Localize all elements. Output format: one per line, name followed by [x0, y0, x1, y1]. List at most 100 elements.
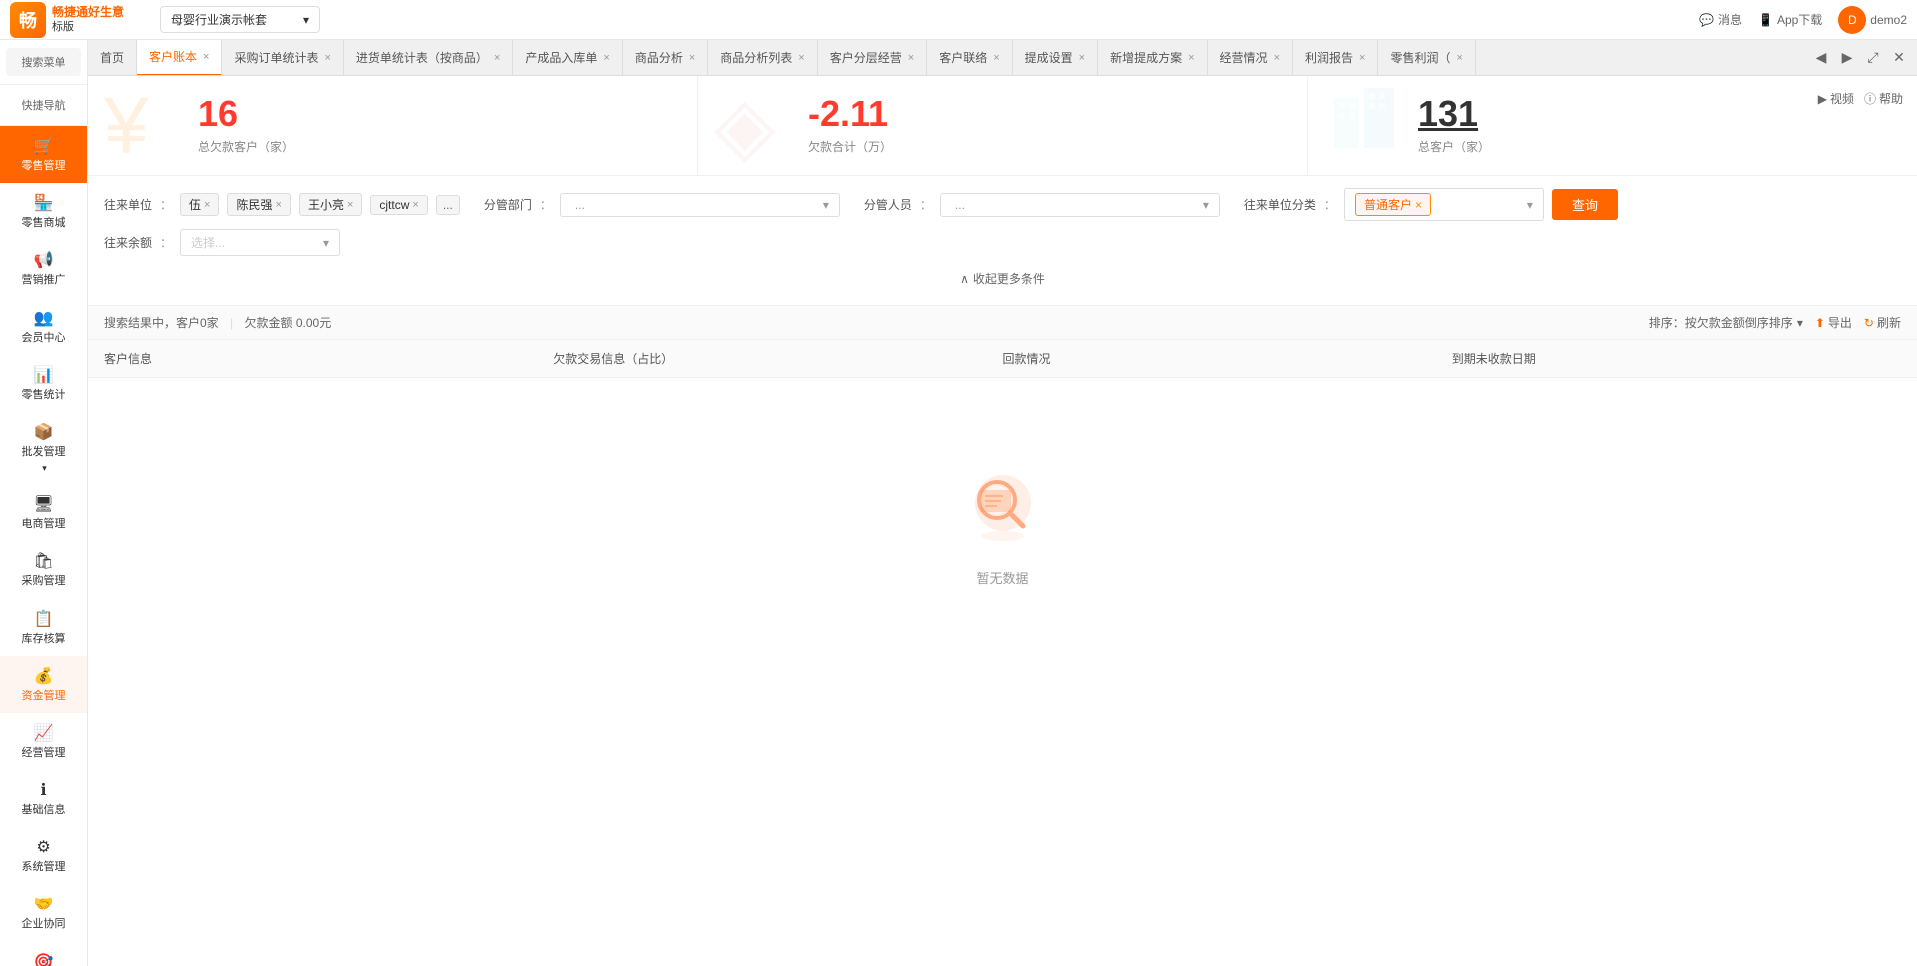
- sidebar-item-inventory[interactable]: 📋 库存核算: [0, 599, 87, 656]
- retail-mall-icon: 🏪: [34, 193, 54, 213]
- page-content: ▶ 视频 ⓘ 帮助 ¥ 16 总欠款客户（家）: [88, 76, 1917, 966]
- tab-profit-report[interactable]: 利润报告 ×: [1293, 40, 1378, 76]
- sidebar-item-finance[interactable]: 💰 资金管理: [0, 656, 87, 713]
- tab-product-analysis-close[interactable]: ×: [689, 52, 695, 64]
- tab-customer-tier[interactable]: 客户分层经营 ×: [818, 40, 927, 76]
- empty-text: 暂无数据: [976, 568, 1028, 587]
- remove-tag-wangxiaoliang-button[interactable]: ×: [347, 199, 353, 211]
- dept-filter-select[interactable]: ... ▾: [560, 193, 840, 217]
- sidebar-item-operations[interactable]: 📈 经营管理: [0, 713, 87, 770]
- search-button[interactable]: 查询: [1552, 189, 1618, 220]
- stat-total-debt-amount: ◈ -2.11 欠款合计（万）: [698, 76, 1308, 175]
- person-filter-select[interactable]: ... ▾: [940, 193, 1220, 217]
- brand-sub: 标版: [52, 20, 124, 34]
- tab-close-all-button[interactable]: ✕: [1887, 46, 1911, 70]
- brand-name: 畅捷通好生意: [52, 5, 124, 21]
- sidebar-item-ecommerce[interactable]: 🖥 电商管理: [0, 484, 87, 541]
- quick-nav-button[interactable]: 快捷导航: [0, 91, 87, 119]
- tab-maximize-button[interactable]: ⤢: [1861, 46, 1885, 70]
- sidebar-item-batch-mgmt[interactable]: 📦 批发管理 ▾: [0, 412, 87, 484]
- stat-bg-icon-diamond: ◈: [714, 79, 776, 172]
- tab-home-label: 首页: [100, 49, 124, 66]
- sidebar-item-retail-stats[interactable]: 📊 零售统计: [0, 355, 87, 412]
- tabbar-actions: ◀ ▶ ⤢ ✕: [1803, 46, 1917, 70]
- logo-icon: 畅: [10, 2, 46, 38]
- expand-arrow-icon: ▾: [42, 463, 47, 474]
- sort-arrow-icon: ▾: [1797, 316, 1803, 330]
- tab-reminder-settings-close[interactable]: ×: [1079, 52, 1085, 64]
- tab-operations-overview-close[interactable]: ×: [1274, 52, 1280, 64]
- tab-new-achievement-plan[interactable]: 新增提成方案 ×: [1098, 40, 1207, 76]
- app-download-button[interactable]: 📱 App下载: [1758, 11, 1822, 28]
- stat-bg-icon-building: [1324, 78, 1404, 174]
- tab-product-analysis-list-close[interactable]: ×: [798, 52, 804, 64]
- collapse-filters-button[interactable]: ∧ 收起更多条件: [104, 264, 1901, 293]
- sort-selector[interactable]: 排序：按欠款金额倒序排序 ▾: [1649, 314, 1803, 331]
- tab-profit-report-close[interactable]: ×: [1359, 52, 1365, 64]
- tab-reminder-settings[interactable]: 提成设置 ×: [1013, 40, 1098, 76]
- tab-customer-contact[interactable]: 客户联络 ×: [927, 40, 1012, 76]
- tab-customer-book[interactable]: 客户账本 ×: [137, 40, 222, 76]
- filter-row-1: 往来单位 ： 伍 × 陈民强 × 王小亮 × cjttcw: [104, 188, 1901, 221]
- empty-state: 暂无数据: [88, 378, 1917, 667]
- filter-more-tags-button[interactable]: ...: [436, 195, 460, 215]
- corp-coop-icon: 🤝: [34, 894, 54, 914]
- tab-scroll-left-button[interactable]: ◀: [1809, 46, 1833, 70]
- tab-new-achievement-plan-close[interactable]: ×: [1188, 52, 1194, 64]
- stat-number-customers: 131: [1418, 96, 1490, 132]
- filter-tag-wangxiaoliang: 王小亮 ×: [299, 193, 362, 216]
- tab-product-analysis[interactable]: 商品分析 ×: [623, 40, 708, 76]
- sidebar-item-system[interactable]: ⚙ 系统管理: [0, 827, 87, 884]
- search-menu-button[interactable]: 搜索菜单: [6, 48, 81, 76]
- sidebar-item-basic-info[interactable]: ℹ 基础信息: [0, 770, 87, 827]
- remove-tag-wu-button[interactable]: ×: [204, 199, 210, 211]
- balance-filter-select[interactable]: 选择... ▾: [180, 229, 340, 256]
- tab-home[interactable]: 首页: [88, 40, 137, 76]
- sidebar-item-purchase-mgmt[interactable]: 🛍 采购管理: [0, 541, 87, 598]
- tab-retail-profit[interactable]: 零售利润（ ×: [1378, 40, 1475, 76]
- system-icon: ⚙: [36, 837, 50, 857]
- industry-selector[interactable]: 母婴行业演示帐套 ▾: [160, 6, 320, 33]
- sidebar-item-marketing[interactable]: 📢 营销推广: [0, 240, 87, 297]
- tabbar: 首页 客户账本 × 采购订单统计表 × 进货单统计表（按商品） × 产成品入库单…: [88, 40, 1917, 76]
- tab-product-inbound-close[interactable]: ×: [603, 52, 609, 64]
- balance-select-arrow-icon: ▾: [323, 236, 329, 250]
- remove-tag-chenminqiang-button[interactable]: ×: [276, 199, 282, 211]
- user-profile-button[interactable]: D demo2: [1838, 6, 1907, 34]
- remove-tag-cjttcw-button[interactable]: ×: [412, 199, 418, 211]
- sidebar-item-member-center[interactable]: 👥 会员中心: [0, 298, 87, 355]
- export-button[interactable]: ⬆ 导出: [1815, 314, 1852, 331]
- sidebar-item-corp-coop[interactable]: 🤝 企业协同: [0, 884, 87, 941]
- filter-tag-cjttcw: cjttcw ×: [370, 195, 427, 215]
- tab-customer-book-label: 客户账本: [149, 48, 197, 65]
- stat-number-debtors: 16: [198, 96, 294, 132]
- tab-operations-overview[interactable]: 经营情况 ×: [1208, 40, 1293, 76]
- tab-purchase-order-stats-close[interactable]: ×: [324, 52, 330, 64]
- tab-retail-profit-close[interactable]: ×: [1456, 52, 1462, 64]
- remove-category-tag-button[interactable]: ×: [1415, 198, 1422, 212]
- tab-inbound-stats[interactable]: 进货单统计表（按商品） ×: [344, 40, 513, 76]
- message-button[interactable]: 💬 消息: [1699, 11, 1742, 28]
- purchase-mgmt-icon: 🛍: [33, 551, 53, 571]
- refresh-button[interactable]: ↻ 刷新: [1864, 314, 1901, 331]
- sidebar-item-newbie[interactable]: 🎯 新手引导: [0, 942, 87, 966]
- result-bar: 搜索结果中，客户0家 | 欠款金额 0.00元 排序：按欠款金额倒序排序 ▾ ⬆…: [88, 306, 1917, 340]
- sidebar-item-retail-mgmt[interactable]: 🛒 零售管理: [0, 126, 87, 183]
- category-filter-select[interactable]: 普通客户 × ▾: [1344, 188, 1544, 221]
- marketing-icon: 📢: [34, 250, 54, 270]
- tab-inbound-stats-close[interactable]: ×: [494, 52, 500, 64]
- tab-scroll-right-button[interactable]: ▶: [1835, 46, 1859, 70]
- tab-customer-book-close[interactable]: ×: [203, 51, 209, 63]
- filter-tag-wu: 伍 ×: [180, 193, 219, 216]
- sidebar-search-section: 搜索菜单: [0, 40, 87, 85]
- col-header-customer-info: 客户信息: [104, 350, 553, 367]
- tab-product-analysis-list[interactable]: 商品分析列表 ×: [708, 40, 817, 76]
- tab-customer-contact-close[interactable]: ×: [993, 52, 999, 64]
- table-header: 客户信息 欠款交易信息（占比） 回款情况 到期未收款日期: [88, 340, 1917, 378]
- tab-customer-tier-close[interactable]: ×: [908, 52, 914, 64]
- message-icon: 💬: [1699, 13, 1714, 27]
- sidebar-item-retail-mall[interactable]: 🏪 零售商城: [0, 183, 87, 240]
- tab-purchase-order-stats[interactable]: 采购订单统计表 ×: [222, 40, 343, 76]
- tab-product-inbound[interactable]: 产成品入库单 ×: [513, 40, 622, 76]
- sidebar-item-label: 零售管理: [22, 160, 66, 173]
